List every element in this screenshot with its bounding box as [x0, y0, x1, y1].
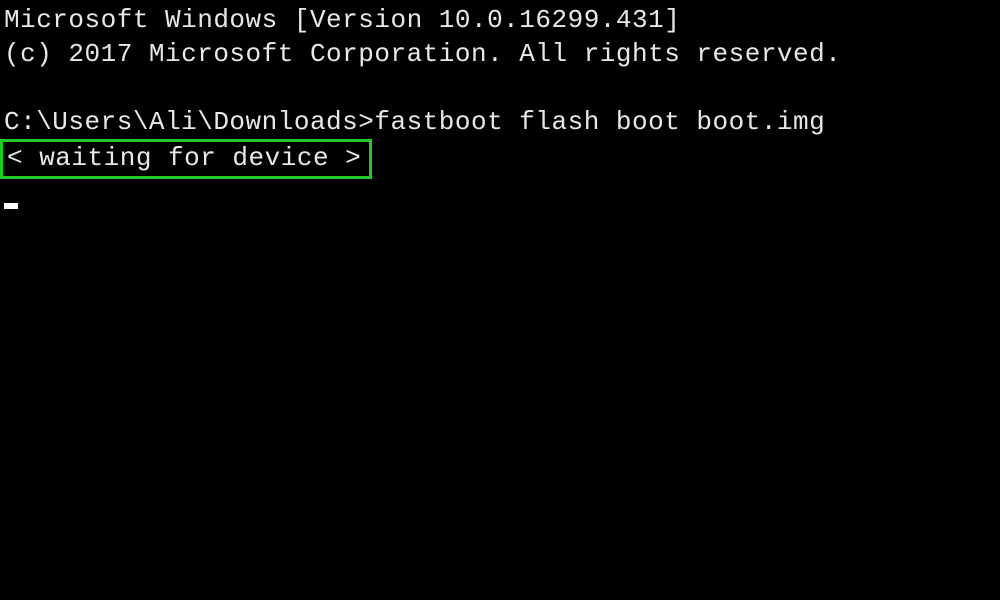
terminal-window[interactable]: Microsoft Windows [Version 10.0.16299.43… [0, 0, 1000, 220]
command-text: fastboot flash boot boot.img [374, 107, 825, 137]
cursor-line[interactable] [4, 179, 1000, 220]
prompt-path: C:\Users\Ali\Downloads> [4, 107, 374, 137]
blank-line [4, 72, 1000, 106]
cursor-icon [4, 203, 18, 209]
os-version-line: Microsoft Windows [Version 10.0.16299.43… [4, 4, 1000, 38]
prompt-line: C:\Users\Ali\Downloads>fastboot flash bo… [4, 106, 1000, 140]
waiting-status: < waiting for device > [0, 139, 372, 179]
copyright-line: (c) 2017 Microsoft Corporation. All righ… [4, 38, 1000, 72]
status-line: < waiting for device > [4, 139, 1000, 179]
bottom-bar [0, 528, 1000, 600]
